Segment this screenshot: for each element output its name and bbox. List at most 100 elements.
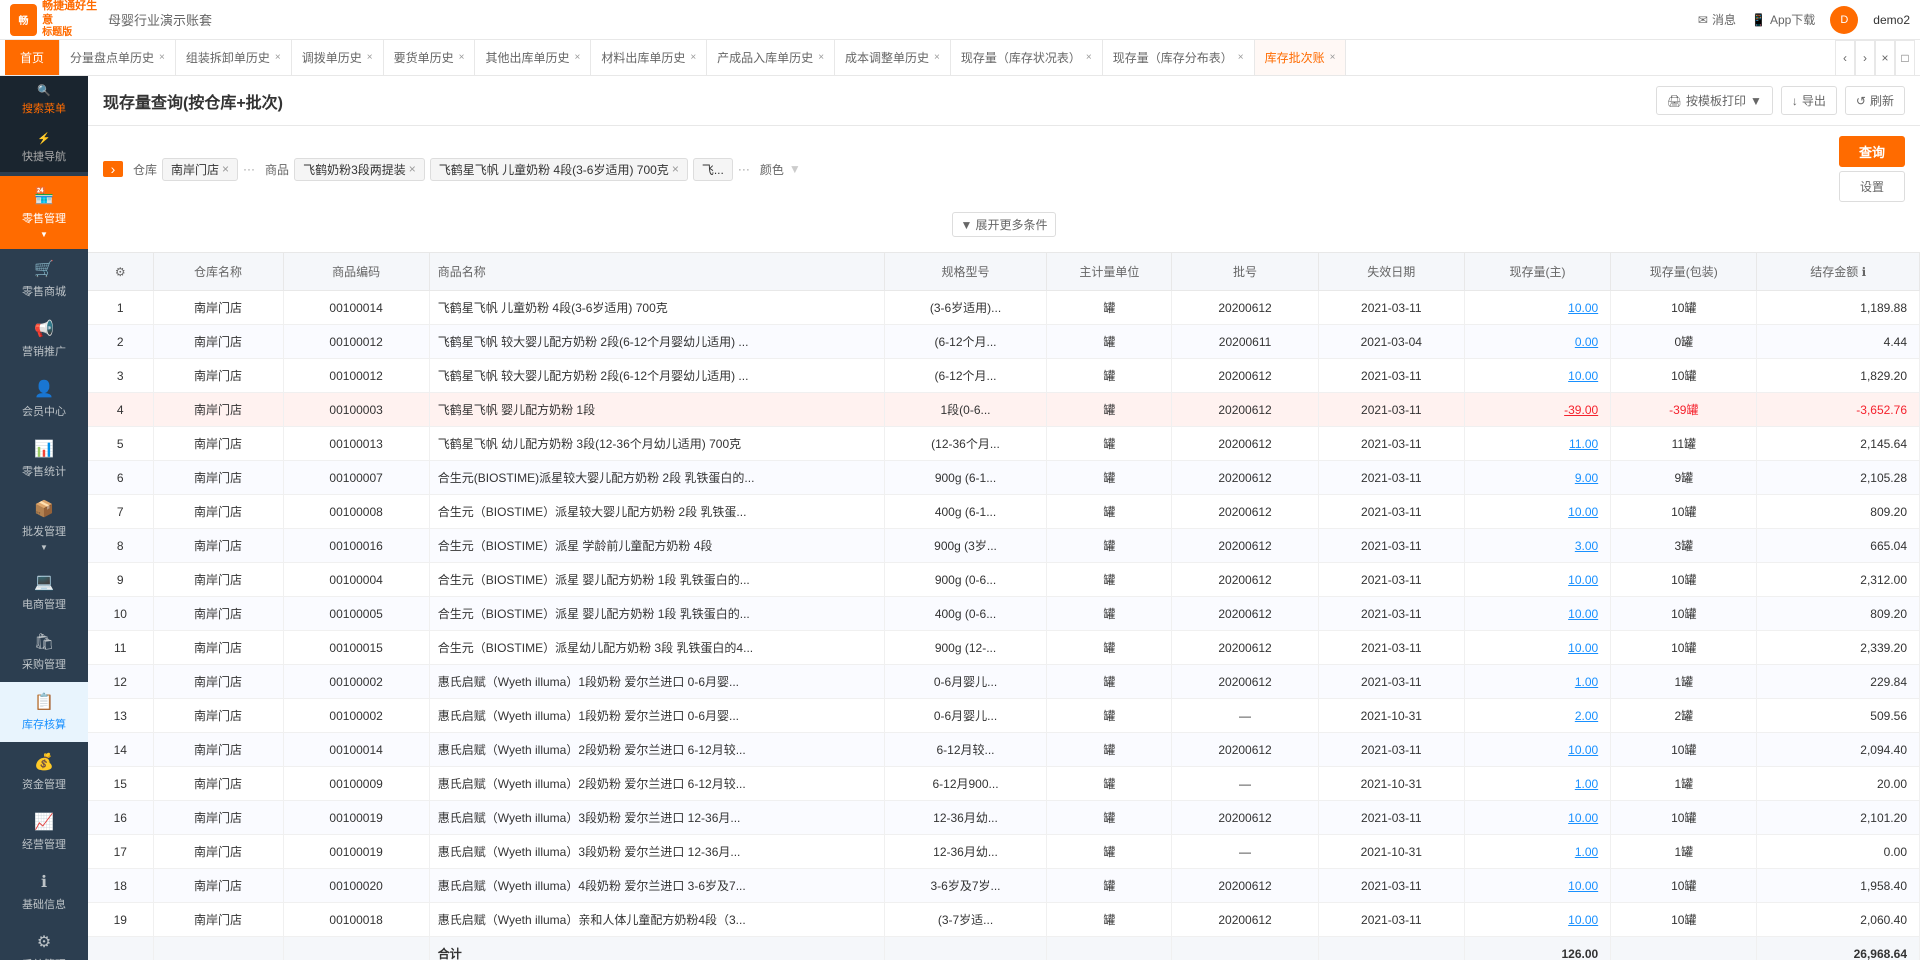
cell-stock-main-0[interactable]: 10.00 [1464,291,1610,325]
product-tag-1[interactable]: 飞鹤奶粉3段两提装 × [294,158,425,181]
sidebar-item-mall[interactable]: 🛒 零售商城 [0,249,88,309]
sidebar-item-search[interactable]: 🔍 搜索菜单 [0,76,88,124]
app-download-button[interactable]: 📱 App下载 [1751,11,1815,28]
cell-stock-main-4[interactable]: 11.00 [1464,427,1610,461]
tab-qitachu[interactable]: 其他出库单历史 × [475,40,591,76]
close-chancheng[interactable]: × [818,52,824,63]
stock-main-link-4[interactable]: 11.00 [1569,437,1598,451]
product-filter-more[interactable]: ··· [738,162,750,176]
close-fenpan[interactable]: × [159,52,165,63]
sidebar-item-members[interactable]: 👤 会员中心 [0,369,88,429]
sidebar-item-retail-stats[interactable]: 📊 零售统计 [0,429,88,489]
stock-main-link-8[interactable]: 10.00 [1568,573,1598,587]
tab-arrow-right[interactable]: › [1855,40,1875,76]
sidebar-item-retail[interactable]: 🏪 零售管理 ▼ [0,176,88,249]
close-chengben[interactable]: × [934,52,940,63]
tab-home[interactable]: 首页 [5,40,60,76]
tab-yaohuo[interactable]: 要货单历史 × [384,40,476,76]
sidebar-item-quick-nav[interactable]: ⚡ 快捷导航 [0,124,88,172]
tab-chengben[interactable]: 成本调整单历史 × [835,40,951,76]
stock-main-link-10[interactable]: 10.00 [1568,641,1598,655]
sidebar-item-operations[interactable]: 📈 经营管理 [0,802,88,862]
stock-main-link-1[interactable]: 0.00 [1575,335,1598,349]
product-tag-3[interactable]: 飞... [693,158,733,181]
cell-stock-main-6[interactable]: 10.00 [1464,495,1610,529]
stock-main-link-3[interactable]: -39.00 [1564,403,1598,417]
close-yaohuo[interactable]: × [459,52,465,63]
cell-stock-main-13[interactable]: 10.00 [1464,733,1610,767]
close-qitachu[interactable]: × [574,52,580,63]
sidebar-item-finance[interactable]: 💰 资金管理 [0,742,88,802]
close-xiancun1[interactable]: × [1086,52,1092,63]
warehouse-tag-close[interactable]: × [222,162,229,176]
close-cailiao[interactable]: × [690,52,696,63]
user-avatar[interactable]: D [1830,6,1858,34]
product-tag-2-close[interactable]: × [672,162,679,176]
tab-maximize[interactable]: □ [1895,40,1915,76]
export-button[interactable]: ↓ 导出 [1781,86,1837,115]
sidebar-item-ecommerce[interactable]: 💻 电商管理 [0,562,88,622]
product-tag-2[interactable]: 飞鹤星飞帆 儿童奶粉 4段(3-6岁适用) 700克 × [430,158,688,181]
stock-main-link-2[interactable]: 10.00 [1568,369,1598,383]
warehouse-tag[interactable]: 南岸门店 × [162,158,238,181]
tab-cailiao[interactable]: 材料出库单历史 × [591,40,707,76]
cell-stock-main-2[interactable]: 10.00 [1464,359,1610,393]
stock-main-link-5[interactable]: 9.00 [1575,471,1598,485]
stock-main-link-17[interactable]: 10.00 [1568,879,1598,893]
cell-stock-main-9[interactable]: 10.00 [1464,597,1610,631]
cell-stock-main-12[interactable]: 2.00 [1464,699,1610,733]
tab-kucun-pici[interactable]: 库存批次账 × [1255,40,1347,76]
cell-stock-main-11[interactable]: 1.00 [1464,665,1610,699]
tab-xiancun1[interactable]: 现存量（库存状况表） × [951,40,1103,76]
color-filter-chevron[interactable]: ▼ [789,162,801,176]
th-settings[interactable]: ⚙ [88,253,153,291]
tab-tiaob[interactable]: 调拨单历史 × [292,40,384,76]
sidebar-item-system[interactable]: ⚙ 系统管理 [0,922,88,960]
stock-main-link-14[interactable]: 1.00 [1575,777,1598,791]
cell-stock-main-1[interactable]: 0.00 [1464,325,1610,359]
cell-stock-main-14[interactable]: 1.00 [1464,767,1610,801]
table-container[interactable]: ⚙ 仓库名称 商品编码 商品名称 规格型号 主计量单位 批号 失效日期 现存量(… [88,253,1920,960]
product-tag-1-close[interactable]: × [409,162,416,176]
stock-main-link-0[interactable]: 10.00 [1568,301,1598,315]
tab-xiancun2[interactable]: 现存量（库存分布表） × [1103,40,1255,76]
cell-stock-main-3[interactable]: -39.00 [1464,393,1610,427]
tab-close-all[interactable]: × [1875,40,1895,76]
cell-stock-main-15[interactable]: 10.00 [1464,801,1610,835]
stock-main-link-12[interactable]: 2.00 [1575,709,1598,723]
sidebar-item-marketing[interactable]: 📢 营销推广 [0,309,88,369]
stock-main-link-7[interactable]: 3.00 [1575,539,1598,553]
cell-stock-main-16[interactable]: 1.00 [1464,835,1610,869]
sidebar-item-inventory[interactable]: 📋 库存核算 [0,682,88,742]
stock-main-link-16[interactable]: 1.00 [1575,845,1598,859]
username-label[interactable]: demo2 [1873,13,1910,27]
cell-stock-main-17[interactable]: 10.00 [1464,869,1610,903]
stock-main-link-6[interactable]: 10.00 [1568,505,1598,519]
stock-main-link-18[interactable]: 10.00 [1568,913,1598,927]
cell-stock-main-18[interactable]: 10.00 [1464,903,1610,937]
stock-main-link-11[interactable]: 1.00 [1575,675,1598,689]
tab-fenpan[interactable]: 分量盘点单历史 × [60,40,176,76]
tab-chancheng[interactable]: 产成品入库单历史 × [707,40,835,76]
cell-stock-main-7[interactable]: 3.00 [1464,529,1610,563]
close-tiaob[interactable]: × [367,52,373,63]
stock-main-link-15[interactable]: 10.00 [1568,811,1598,825]
refresh-button[interactable]: ↺ 刷新 [1845,86,1905,115]
warehouse-filter-more[interactable]: ··· [243,162,255,176]
filter-toggle-button[interactable]: › [103,161,123,177]
sidebar-item-wholesale[interactable]: 📦 批发管理 ▼ [0,489,88,562]
close-kucun-pici[interactable]: × [1330,52,1336,63]
message-button[interactable]: ✉ 消息 [1698,11,1736,28]
close-xiancun2[interactable]: × [1238,52,1244,63]
close-zuhe[interactable]: × [275,52,281,63]
expand-more-conditions-button[interactable]: ▼ 展开更多条件 [952,212,1057,237]
stock-main-link-13[interactable]: 10.00 [1568,743,1598,757]
cell-stock-main-10[interactable]: 10.00 [1464,631,1610,665]
cell-stock-main-8[interactable]: 10.00 [1464,563,1610,597]
query-button[interactable]: 查询 [1839,136,1905,167]
sidebar-item-purchase[interactable]: 🛍 采购管理 [0,622,88,682]
tab-arrow-left[interactable]: ‹ [1835,40,1855,76]
cell-stock-main-5[interactable]: 9.00 [1464,461,1610,495]
settings-button[interactable]: 设置 [1839,171,1905,202]
sidebar-item-basic-info[interactable]: ℹ 基础信息 [0,862,88,922]
